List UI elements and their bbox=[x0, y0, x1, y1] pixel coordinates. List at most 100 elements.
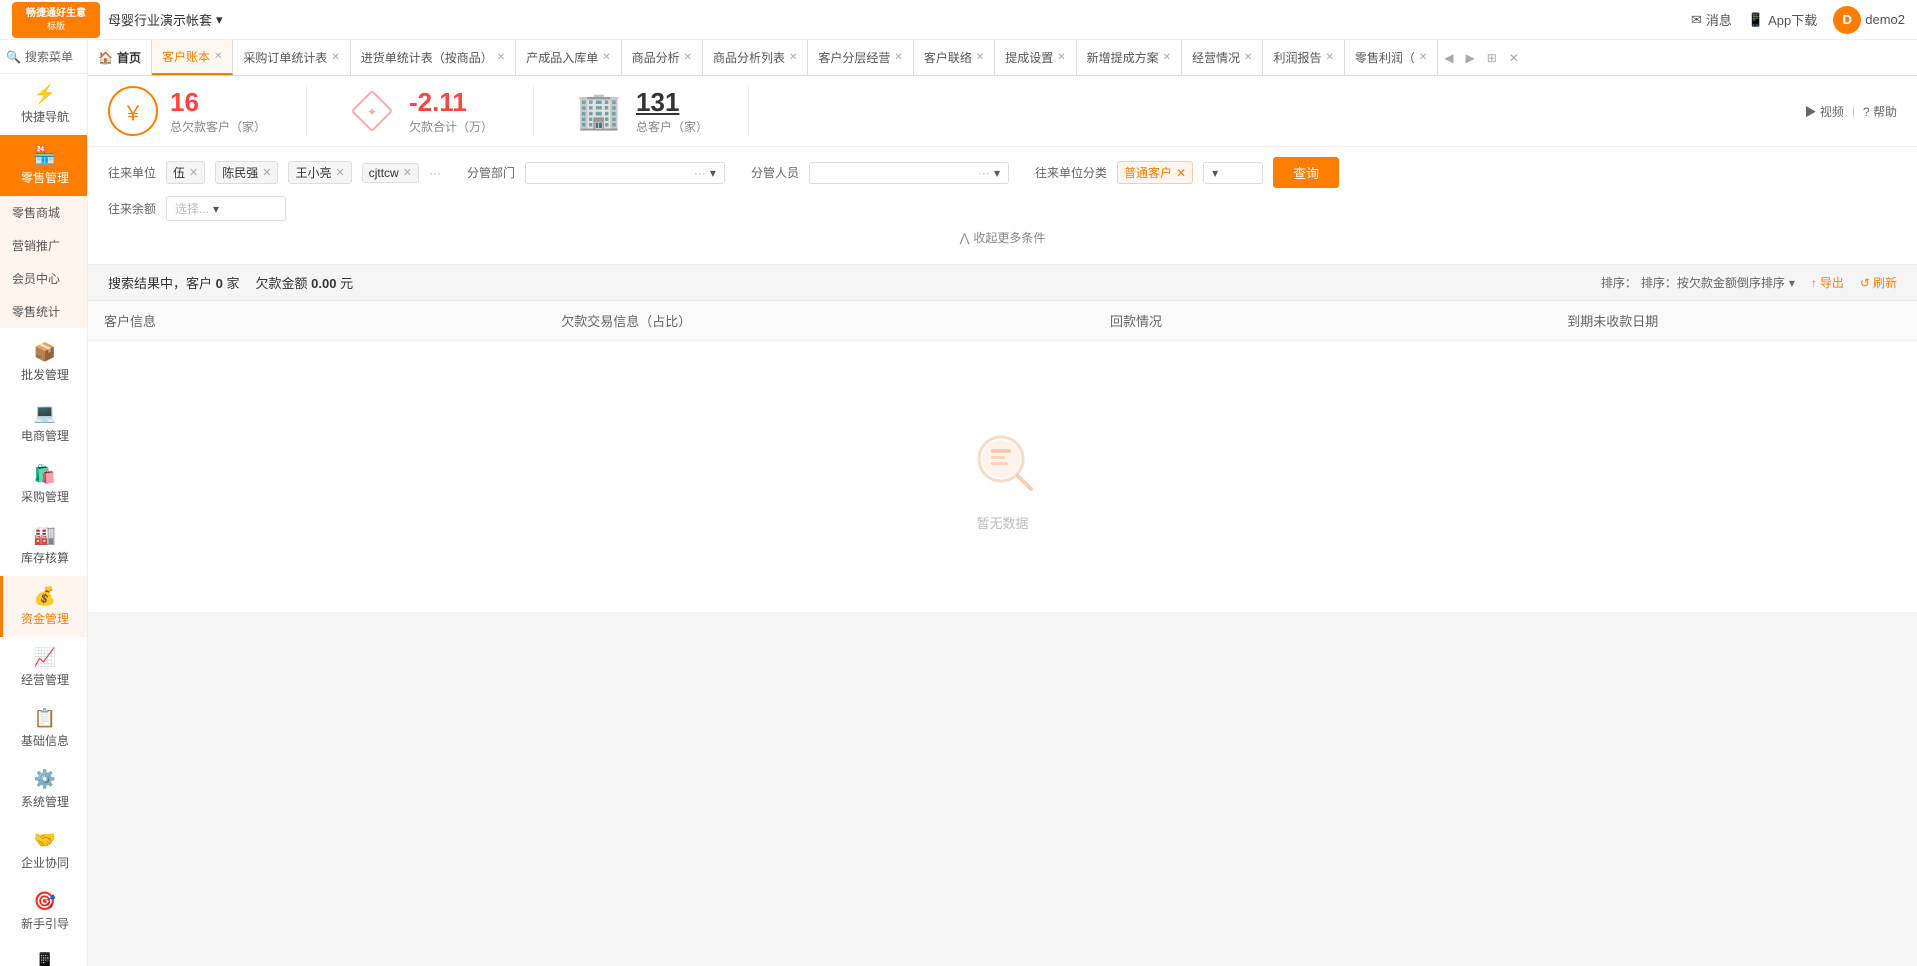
app-download-btn[interactable]: 📱 App下载 bbox=[1748, 10, 1817, 29]
tab-next-btn[interactable]: ▶ bbox=[1459, 51, 1480, 65]
tab-ops-status[interactable]: 经营情况 ✕ bbox=[1182, 40, 1263, 75]
collapse-btn[interactable]: ⋀ 收起更多条件 bbox=[960, 229, 1046, 246]
refresh-btn[interactable]: ↺ 刷新 bbox=[1860, 274, 1897, 291]
sidebar-item-basic-info[interactable]: 📋 基础信息 bbox=[0, 698, 87, 759]
company-name: 母婴行业演示帐套 bbox=[108, 10, 212, 29]
sidebar-item-app-center[interactable]: 📱 应用中心 bbox=[0, 942, 87, 966]
sidebar-item-quick-nav[interactable]: ⚡ 快捷导航 bbox=[0, 74, 87, 135]
yuan-circle-icon: ￥ bbox=[108, 86, 158, 136]
video-btn[interactable]: ▶ 视频 bbox=[1804, 103, 1843, 120]
tab-expand-btn[interactable]: ⊞ bbox=[1481, 51, 1503, 65]
tab-home[interactable]: 🏠 首页 bbox=[88, 40, 152, 75]
sys-label: 系统管理 bbox=[21, 793, 69, 810]
sidebar-item-wholesale[interactable]: 📦 批发管理 bbox=[0, 332, 87, 393]
tab-prev-btn[interactable]: ◀ bbox=[1438, 51, 1459, 65]
tab-close-new-achieve[interactable]: ✕ bbox=[1163, 52, 1171, 63]
tab-close-all-btn[interactable]: ✕ bbox=[1503, 51, 1525, 65]
filter-bar: 往来单位 伍 ✕ 陈民强 ✕ 王小亮 ✕ cjttcw bbox=[88, 147, 1917, 265]
sidebar-item-ops[interactable]: 📈 经营管理 bbox=[0, 637, 87, 698]
tab-close-customer-accounts[interactable]: ✕ bbox=[214, 51, 222, 62]
tab-product-analysis-list[interactable]: 商品分析列表 ✕ bbox=[703, 40, 808, 75]
tab-product-entry-label: 产成品入库单 bbox=[526, 49, 598, 66]
diamond-icon-wrap: ✦ bbox=[350, 89, 394, 133]
phone-icon: 📱 bbox=[1748, 12, 1764, 28]
search-result-bar: 搜索结果中，客户 0 家 欠款金额 0.00 元 排序： 排序：按欠款金额倒序排… bbox=[88, 265, 1917, 301]
tab-close-retail-profit[interactable]: ✕ bbox=[1419, 52, 1427, 63]
tab-incoming-stats[interactable]: 进货单统计表（按商品） ✕ bbox=[351, 40, 516, 75]
sort-select[interactable]: 排序： 排序：按欠款金额倒序排序 ▾ bbox=[1601, 274, 1795, 291]
empty-cell: 暂无数据 bbox=[88, 341, 1917, 613]
balance-select[interactable]: 选择... ▾ bbox=[166, 196, 286, 221]
classify-select[interactable]: ▾ bbox=[1203, 162, 1263, 184]
tag-wu-remove[interactable]: ✕ bbox=[189, 166, 198, 179]
user-menu[interactable]: D demo2 bbox=[1833, 6, 1905, 34]
balance-dropdown-icon: ▾ bbox=[213, 202, 219, 216]
balance-placeholder: 选择... bbox=[175, 200, 209, 217]
tab-purchase-order-stats[interactable]: 采购订单统计表 ✕ bbox=[233, 40, 350, 75]
collapse-label: 收起更多条件 bbox=[973, 229, 1045, 246]
sidebar-item-ecom[interactable]: 💻 电商管理 bbox=[0, 393, 87, 454]
sidebar-item-inventory[interactable]: 🏭 库存核算 bbox=[0, 515, 87, 576]
search-menu-btn[interactable]: 🔍 搜索菜单 bbox=[0, 40, 87, 74]
company-selector[interactable]: 母婴行业演示帐套 ▾ bbox=[108, 10, 223, 29]
dept-select[interactable]: ··· ▾ bbox=[525, 162, 725, 184]
tab-close-customer-contact[interactable]: ✕ bbox=[976, 52, 984, 63]
tab-product-analysis-label: 商品分析 bbox=[632, 49, 680, 66]
sidebar-item-retail-mgmt[interactable]: 🏪 零售管理 bbox=[0, 135, 87, 196]
tab-product-analysis[interactable]: 商品分析 ✕ bbox=[622, 40, 703, 75]
filter-tag-wu: 伍 ✕ bbox=[166, 161, 205, 184]
export-btn[interactable]: ↑ 导出 bbox=[1811, 274, 1844, 291]
help-icon: ? bbox=[1863, 105, 1870, 119]
stat-text-2: -2.11 欠款合计（万） bbox=[409, 87, 493, 135]
marketing-item[interactable]: 营销推广 bbox=[0, 229, 87, 262]
person-more-dots: ··· bbox=[978, 166, 990, 180]
retail-stats-item[interactable]: 零售统计 bbox=[0, 295, 87, 328]
company-dropdown-icon[interactable]: ▾ bbox=[216, 12, 223, 28]
tab-close-ops[interactable]: ✕ bbox=[1244, 52, 1252, 63]
sidebar-item-new-guide[interactable]: 🎯 新手引导 bbox=[0, 881, 87, 942]
new-guide-icon: 🎯 bbox=[34, 891, 56, 912]
stat-icon-2: ✦ bbox=[347, 86, 397, 136]
tab-close-profit[interactable]: ✕ bbox=[1325, 52, 1333, 63]
tab-close-product-analysis[interactable]: ✕ bbox=[684, 52, 692, 63]
tab-close-purchase[interactable]: ✕ bbox=[331, 52, 339, 63]
tag-wang-remove[interactable]: ✕ bbox=[336, 166, 345, 179]
more-tags-btn[interactable]: ··· bbox=[429, 166, 441, 180]
tab-close-product-entry[interactable]: ✕ bbox=[602, 52, 610, 63]
ops-icon: 📈 bbox=[34, 647, 56, 668]
tag-cj-remove[interactable]: ✕ bbox=[403, 166, 412, 179]
tab-customer-tier[interactable]: 客户分层经营 ✕ bbox=[808, 40, 913, 75]
sidebar-item-sys[interactable]: ⚙️ 系统管理 bbox=[0, 759, 87, 820]
stat-value-customers: 16 bbox=[170, 87, 266, 118]
message-btn[interactable]: ✉ 消息 bbox=[1691, 10, 1732, 29]
data-table: 客户信息 欠款交易信息（占比） 回款情况 到期未收款日期 bbox=[88, 301, 1917, 612]
sidebar-item-purchase[interactable]: 🛍️ 采购管理 bbox=[0, 454, 87, 515]
tab-close-reminder[interactable]: ✕ bbox=[1057, 52, 1065, 63]
dept-more-dots: ··· bbox=[694, 166, 706, 180]
filter-tag-wang: 王小亮 ✕ bbox=[288, 161, 351, 184]
tab-customer-accounts[interactable]: 客户账本 ✕ bbox=[152, 40, 233, 75]
refresh-label: 刷新 bbox=[1873, 274, 1897, 291]
classify-dropdown-icon: ▾ bbox=[1212, 166, 1218, 180]
tab-reminder-settings[interactable]: 提成设置 ✕ bbox=[995, 40, 1076, 75]
classify-tag-remove[interactable]: ✕ bbox=[1176, 166, 1186, 180]
retail-mall-item[interactable]: 零售商城 bbox=[0, 196, 87, 229]
person-select[interactable]: ··· ▾ bbox=[809, 162, 1009, 184]
col-due-date: 到期未收款日期 bbox=[1551, 301, 1917, 341]
tab-product-entry[interactable]: 产成品入库单 ✕ bbox=[516, 40, 621, 75]
tab-new-achieve[interactable]: 新增提成方案 ✕ bbox=[1077, 40, 1182, 75]
tab-close-product-analysis-list[interactable]: ✕ bbox=[789, 52, 797, 63]
tag-chen-remove[interactable]: ✕ bbox=[262, 166, 271, 179]
col-customer-info: 客户信息 bbox=[88, 301, 545, 341]
tab-retail-profit[interactable]: 零售利润（ ✕ bbox=[1345, 40, 1438, 75]
tab-profit-report[interactable]: 利润报告 ✕ bbox=[1263, 40, 1344, 75]
tab-close-customer-tier[interactable]: ✕ bbox=[894, 52, 902, 63]
query-btn[interactable]: 查询 bbox=[1273, 157, 1339, 188]
help-btn[interactable]: ? 帮助 bbox=[1863, 103, 1897, 120]
sidebar-item-enterprise-coop[interactable]: 🤝 企业协同 bbox=[0, 820, 87, 881]
tab-close-incoming[interactable]: ✕ bbox=[497, 52, 505, 63]
tag-wu-text: 伍 bbox=[173, 164, 185, 181]
sidebar-item-finance[interactable]: 💰 资金管理 bbox=[0, 576, 87, 637]
member-center-item[interactable]: 会员中心 bbox=[0, 262, 87, 295]
tab-customer-contact[interactable]: 客户联络 ✕ bbox=[914, 40, 995, 75]
